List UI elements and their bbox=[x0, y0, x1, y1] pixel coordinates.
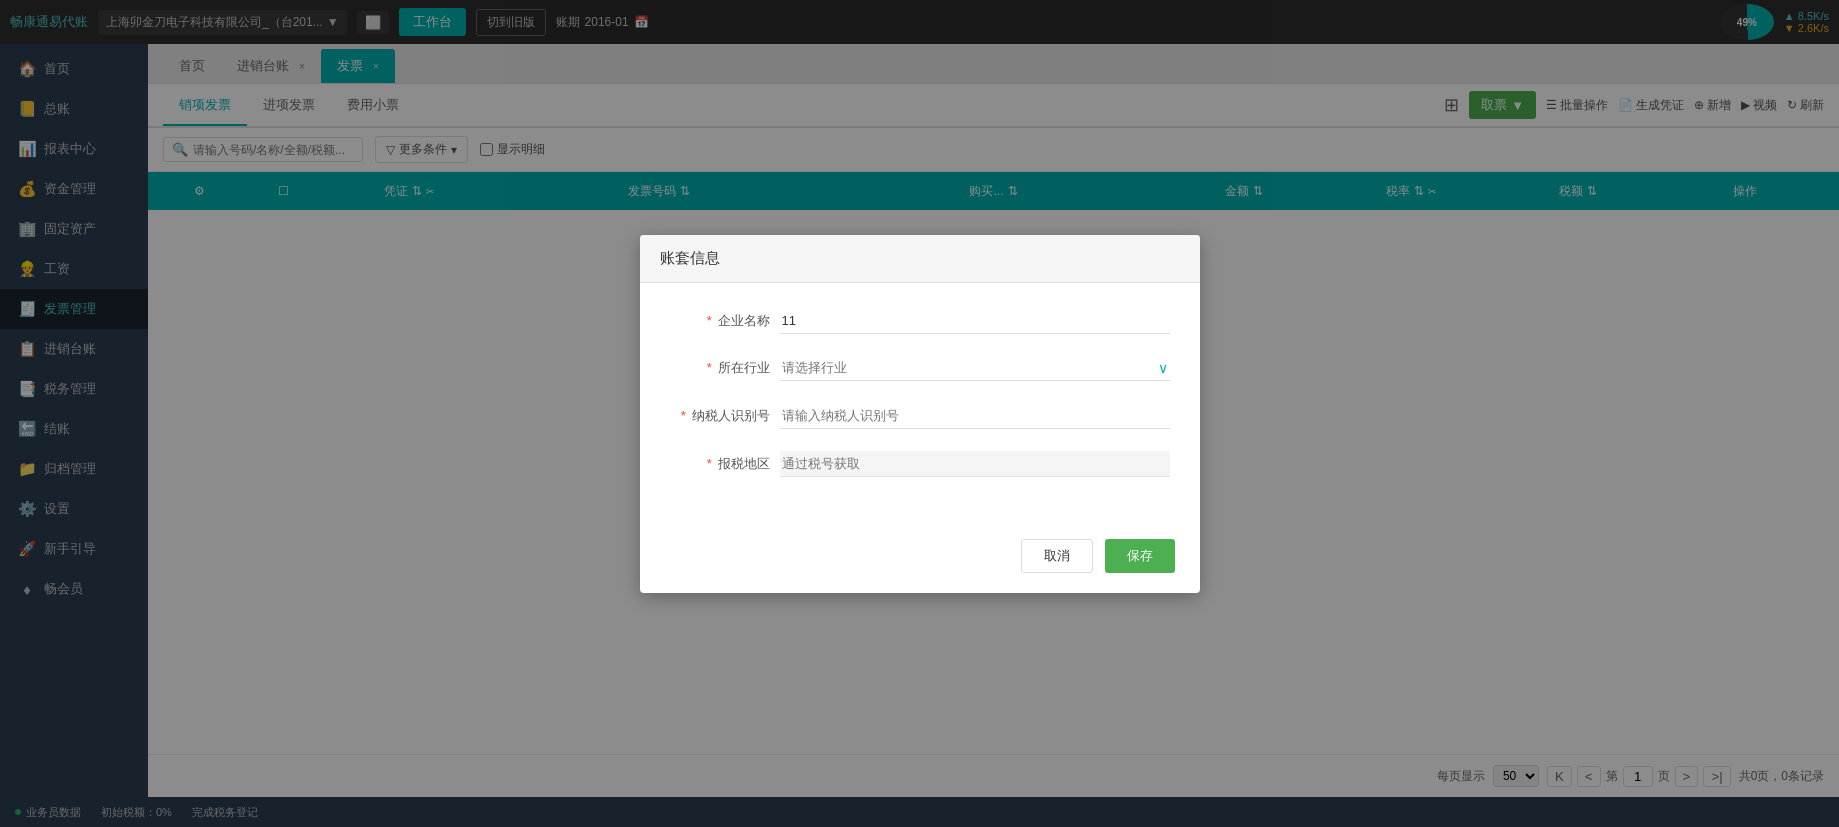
required-star: * bbox=[707, 313, 712, 328]
tax-region-label-text: 报税地区 bbox=[718, 456, 770, 471]
tax-id-input[interactable] bbox=[780, 403, 1170, 429]
modal-title: 账套信息 bbox=[660, 249, 720, 266]
tax-id-label: * 纳税人识别号 bbox=[670, 407, 780, 425]
modal-dialog: 账套信息 * 企业名称 * 所在行业 ∨ bbox=[640, 235, 1200, 593]
required-star2: * bbox=[707, 360, 712, 375]
tax-region-input bbox=[780, 451, 1170, 477]
form-row-tax-region: * 报税地区 bbox=[670, 451, 1170, 477]
save-button[interactable]: 保存 bbox=[1105, 539, 1175, 573]
modal-footer: 取消 保存 bbox=[640, 524, 1200, 593]
industry-input[interactable] bbox=[782, 360, 1158, 375]
company-name-input[interactable] bbox=[780, 308, 1170, 334]
industry-label: * 所在行业 bbox=[670, 359, 780, 377]
required-star4: * bbox=[707, 456, 712, 471]
company-label-text: 企业名称 bbox=[718, 313, 770, 328]
form-row-industry: * 所在行业 ∨ bbox=[670, 356, 1170, 381]
modal-body: * 企业名称 * 所在行业 ∨ * 纳税人识 bbox=[640, 283, 1200, 524]
tax-id-label-text: 纳税人识别号 bbox=[692, 408, 770, 423]
form-row-company: * 企业名称 bbox=[670, 308, 1170, 334]
form-row-tax-id: * 纳税人识别号 bbox=[670, 403, 1170, 429]
industry-select-wrapper[interactable]: ∨ bbox=[780, 356, 1170, 381]
industry-label-text: 所在行业 bbox=[718, 360, 770, 375]
industry-chevron-icon: ∨ bbox=[1158, 360, 1168, 376]
cancel-button[interactable]: 取消 bbox=[1021, 539, 1093, 573]
modal-header: 账套信息 bbox=[640, 235, 1200, 283]
required-star3: * bbox=[681, 408, 686, 423]
tax-region-label: * 报税地区 bbox=[670, 455, 780, 473]
company-label: * 企业名称 bbox=[670, 312, 780, 330]
modal-overlay: 账套信息 * 企业名称 * 所在行业 ∨ bbox=[0, 0, 1839, 827]
